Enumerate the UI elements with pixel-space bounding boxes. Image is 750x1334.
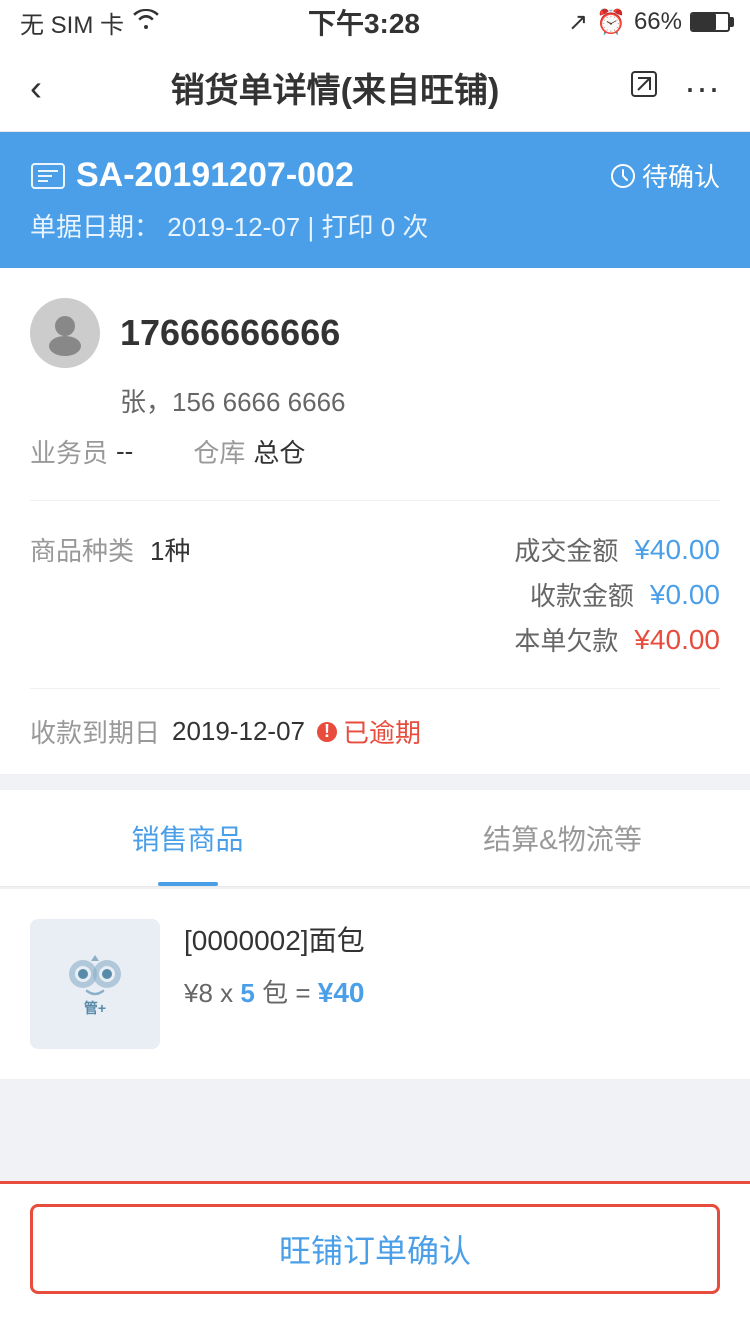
svg-text:管+: 管+ <box>84 1000 106 1016</box>
deal-amount-label: 成交金额 <box>514 531 618 568</box>
debt-amount-value: ¥40.00 <box>634 624 720 656</box>
overdue-badge: ! 已逾期 <box>317 713 421 750</box>
product-thumb-logo: 管+ <box>55 939 135 1030</box>
status-time: 下午3:28 <box>308 2 420 42</box>
carrier-text: 无 SIM 卡 <box>20 5 124 40</box>
tab-sales-goods[interactable]: 销售商品 <box>0 790 375 886</box>
warehouse-value: 总仓 <box>253 433 305 470</box>
price-unit: ¥8 <box>184 978 213 1008</box>
location-icon: ↗ <box>568 8 588 37</box>
order-id: SA-20191207-002 <box>30 156 354 195</box>
nav-actions: ··· <box>628 67 720 109</box>
tabs-section: 销售商品 结算&物流等 <box>0 790 750 887</box>
product-section: 管+ [0000002]面包 ¥8 x 5 包 = ¥40 <box>0 889 750 1079</box>
warehouse-meta: 仓库 总仓 <box>193 433 305 470</box>
equals-symbol: = <box>295 978 317 1008</box>
print-unit: 次 <box>402 212 428 242</box>
customer-phone: 17666666666 <box>120 312 340 354</box>
summary-section: 商品种类 1种 成交金额 ¥40.00 收款金额 ¥0.00 本单欠款 ¥40.… <box>0 501 750 688</box>
tab-settlement[interactable]: 结算&物流等 <box>375 790 750 886</box>
back-button[interactable]: ‹ <box>30 67 42 109</box>
due-section: 收款到期日 2019-12-07 ! 已逾期 <box>0 689 750 774</box>
battery-icon <box>690 12 730 32</box>
receipt-amount-label: 收款金额 <box>530 576 634 613</box>
product-thumbnail: 管+ <box>30 919 160 1049</box>
deal-amount-value: ¥40.00 <box>634 534 720 566</box>
customer-card: 17666666666 张，156 6666 6666 业务员 -- 仓库 总仓… <box>0 268 750 774</box>
more-icon[interactable]: ··· <box>684 67 720 109</box>
order-banner: SA-20191207-002 待确认 单据日期： 2019-12-07 | 打… <box>0 132 750 268</box>
qty-value: 5 <box>240 978 254 1008</box>
confirm-button[interactable]: 旺铺订单确认 <box>30 1204 720 1294</box>
order-id-text: SA-20191207-002 <box>76 156 354 195</box>
deal-amount-row: 成交金额 ¥40.00 <box>514 531 720 568</box>
wifi-icon <box>132 8 160 36</box>
print-count: 0 <box>381 212 395 242</box>
product-price-line: ¥8 x 5 包 = ¥40 <box>184 973 720 1010</box>
receipt-amount-value: ¥0.00 <box>650 579 720 611</box>
nav-bar: ‹ 销货单详情(来自旺铺) ··· <box>0 44 750 132</box>
customer-meta: 业务员 -- 仓库 总仓 <box>30 433 720 470</box>
order-status-text: 待确认 <box>642 157 720 194</box>
overdue-text: 已逾期 <box>343 713 421 750</box>
due-date-value: 2019-12-07 <box>172 716 305 747</box>
order-status: 待确认 <box>610 157 720 194</box>
status-left: 无 SIM 卡 <box>20 5 160 40</box>
date-value: 2019-12-07 <box>167 212 300 242</box>
order-date: 单据日期： 2019-12-07 | 打印 0 次 <box>30 207 720 244</box>
date-label: 单据日期： <box>30 212 160 242</box>
unit-text: 包 <box>262 978 288 1008</box>
goods-type-label: 商品种类 <box>30 531 134 568</box>
warehouse-label: 仓库 <box>193 433 245 470</box>
product-name: [0000002]面包 <box>184 919 720 959</box>
page-title: 销货单详情(来自旺铺) <box>171 63 500 112</box>
customer-top: 17666666666 <box>30 298 720 368</box>
status-bar: 无 SIM 卡 下午3:28 ↗ ⏰ 66% <box>0 0 750 44</box>
customer-section: 17666666666 张，156 6666 6666 业务员 -- 仓库 总仓 <box>0 268 750 500</box>
due-label: 收款到期日 <box>30 713 160 750</box>
share-icon[interactable] <box>628 67 660 109</box>
sales-meta: 业务员 -- <box>30 433 133 470</box>
debt-label: 本单欠款 <box>514 621 618 658</box>
debt-row: 本单欠款 ¥40.00 <box>514 621 720 658</box>
total-price: ¥40 <box>318 977 365 1008</box>
product-info: [0000002]面包 ¥8 x 5 包 = ¥40 <box>184 919 720 1010</box>
product-item: 管+ [0000002]面包 ¥8 x 5 包 = ¥40 <box>0 889 750 1079</box>
summary-right: 成交金额 ¥40.00 收款金额 ¥0.00 本单欠款 ¥40.00 <box>514 531 720 658</box>
bottom-bar: 旺铺订单确认 <box>0 1181 750 1334</box>
summary-left: 商品种类 1种 <box>30 531 190 568</box>
battery-text: 66% <box>634 8 682 36</box>
customer-name: 张，156 6666 6666 <box>30 382 720 419</box>
receipt-amount-row: 收款金额 ¥0.00 <box>530 576 720 613</box>
print-label: | 打印 <box>307 212 380 242</box>
goods-type-value: 1种 <box>150 531 190 568</box>
status-right: ↗ ⏰ 66% <box>568 8 730 37</box>
overdue-dot-icon: ! <box>317 722 337 742</box>
multiply-symbol: x <box>220 978 240 1008</box>
sales-label: 业务员 <box>30 433 108 470</box>
customer-avatar <box>30 298 100 368</box>
sales-value: -- <box>116 436 133 467</box>
alarm-icon: ⏰ <box>596 8 626 37</box>
